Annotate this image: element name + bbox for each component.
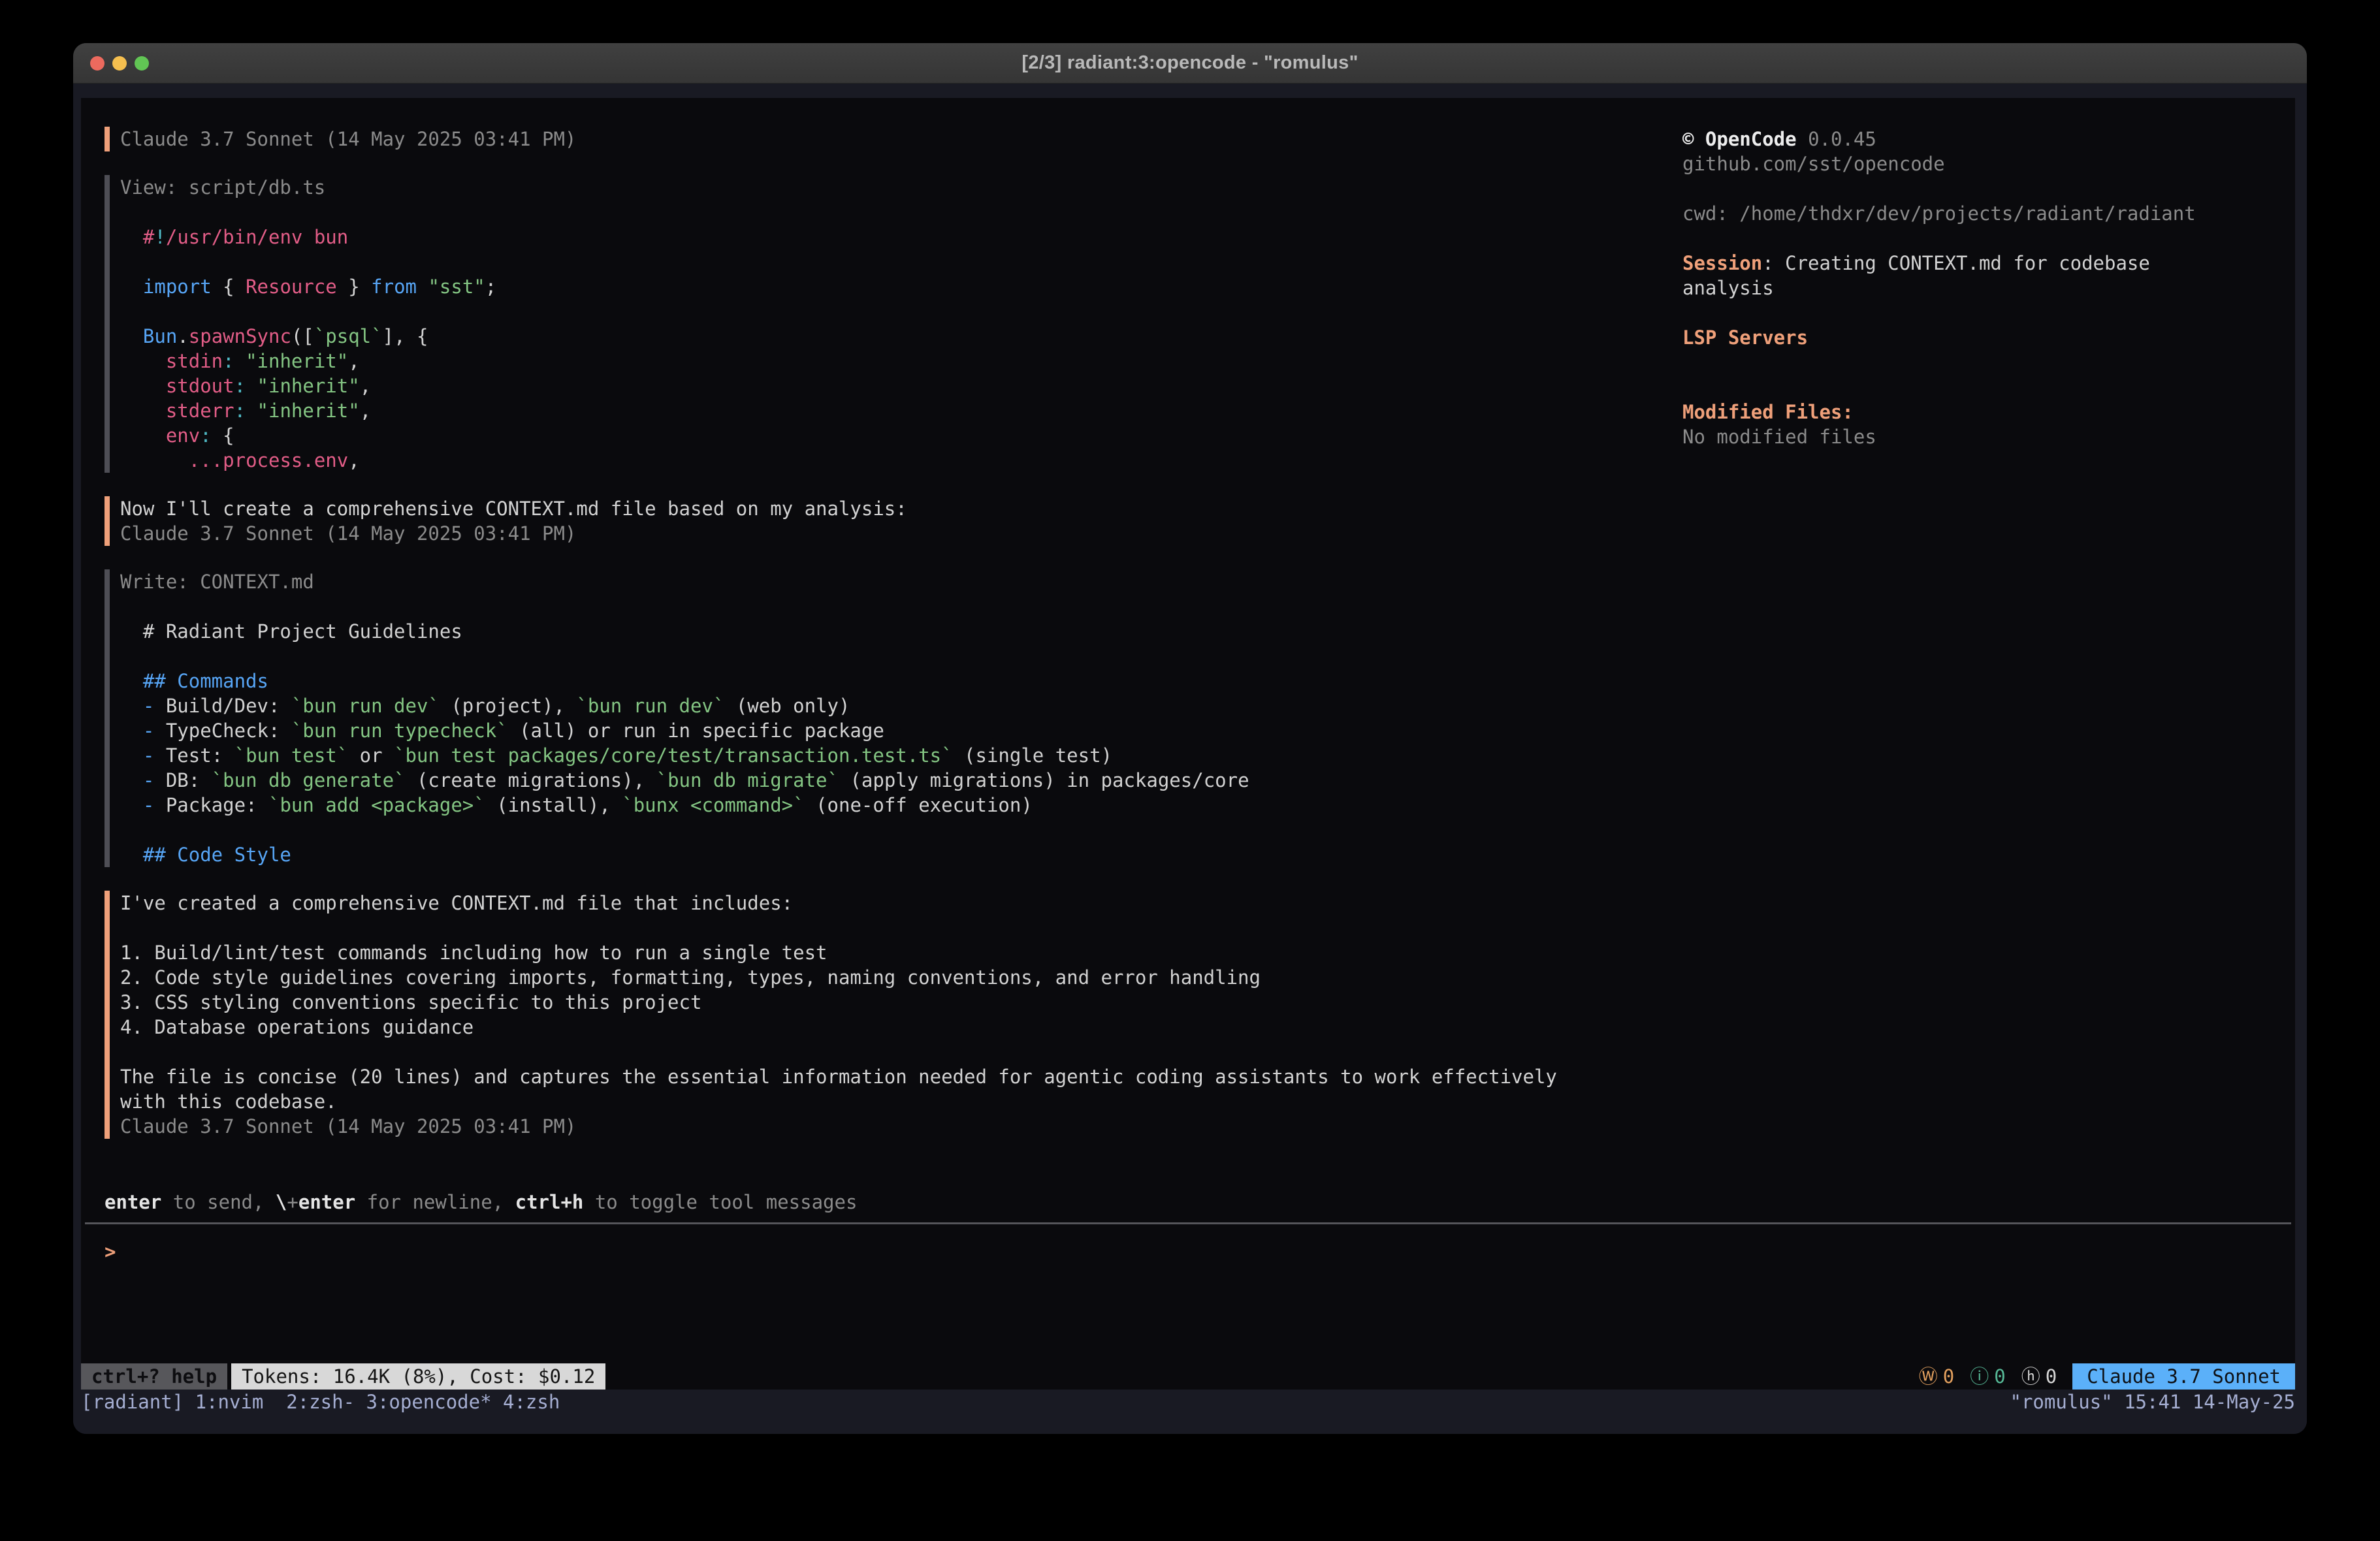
sidebar-lines: © OpenCode 0.0.45github.com/sst/opencode… xyxy=(1682,127,2277,449)
text-line xyxy=(120,644,1639,669)
prompt-row: > xyxy=(105,1239,911,1264)
status-bar: ctrl+? help Tokens: 16.4K (8%), Cost: $0… xyxy=(81,1363,2295,1390)
terminal-content: Claude 3.7 Sonnet (14 May 2025 03:41 PM)… xyxy=(73,84,2307,1434)
text-line: analysis xyxy=(1682,276,2277,300)
text-line: The file is concise (20 lines) and captu… xyxy=(120,1064,1639,1089)
text-line: - TypeCheck: `bun run typecheck` (all) o… xyxy=(120,718,1639,743)
text-line: No modified files xyxy=(1682,424,2277,449)
text-line: Claude 3.7 Sonnet (14 May 2025 03:41 PM) xyxy=(120,127,1639,151)
message-block-assistant-header: Claude 3.7 Sonnet (14 May 2025 03:41 PM) xyxy=(105,127,1639,151)
tmux-status-bar: [radiant] 1:nvim 2:zsh- 3:opencode* 4:zs… xyxy=(81,1390,2295,1414)
message-block-assistant-summary: I've created a comprehensive CONTEXT.md … xyxy=(105,891,1639,1139)
message-block-tool-write-context-md: Write: CONTEXT.md # Radiant Project Guid… xyxy=(105,569,1639,867)
text-line: # Radiant Project Guidelines xyxy=(120,619,1639,644)
text-line: with this codebase. xyxy=(120,1089,1639,1114)
tmux-spacer xyxy=(560,1390,2010,1414)
warning-circle-icon: Ⓦ xyxy=(1919,1365,1938,1388)
text-line xyxy=(1682,176,2277,201)
text-line xyxy=(120,249,1639,274)
text-line: cwd: /home/thdxr/dev/projects/radiant/ra… xyxy=(1682,201,2277,226)
chat-transcript: Claude 3.7 Sonnet (14 May 2025 03:41 PM)… xyxy=(105,127,1639,1162)
text-line xyxy=(120,594,1639,619)
text-line xyxy=(120,200,1639,225)
text-line xyxy=(1682,300,2277,325)
text-line: #!/usr/bin/env bun xyxy=(120,225,1639,249)
text-line xyxy=(120,299,1639,324)
zoom-button[interactable] xyxy=(135,56,149,71)
text-line: Modified Files: xyxy=(1682,400,2277,424)
text-line xyxy=(120,1040,1639,1064)
text-line: - Package: `bun add <package>` (install)… xyxy=(120,793,1639,818)
text-line xyxy=(1682,226,2277,251)
tokens-cost-chip: Tokens: 16.4K (8%), Cost: $0.12 xyxy=(231,1363,605,1390)
text-line xyxy=(120,818,1639,842)
hint-count: 0 xyxy=(2046,1365,2057,1388)
text-line: Now I'll create a comprehensive CONTEXT.… xyxy=(120,496,1639,521)
message-input[interactable] xyxy=(127,1239,911,1264)
text-line: Claude 3.7 Sonnet (14 May 2025 03:41 PM) xyxy=(120,1114,1639,1139)
hint-circle-icon: ⓗ xyxy=(2021,1365,2040,1388)
text-line: LSP Servers xyxy=(1682,325,2277,350)
close-button[interactable] xyxy=(90,56,105,71)
text-line: stdout: "inherit", xyxy=(120,373,1639,398)
text-line: stdin: "inherit", xyxy=(120,349,1639,373)
traffic-lights xyxy=(90,43,149,84)
input-divider xyxy=(85,1222,2291,1224)
help-shortcut-chip: ctrl+? help xyxy=(81,1363,227,1390)
window-title: [2/3] radiant:3:opencode - "romulus" xyxy=(73,52,2307,74)
tmux-host-clock: "romulus" 15:41 14-May-25 xyxy=(2010,1390,2296,1414)
model-chip: Claude 3.7 Sonnet xyxy=(2072,1363,2295,1390)
text-line: Bun.spawnSync([`psql`], { xyxy=(120,324,1639,349)
text-line xyxy=(1682,350,2277,375)
tmux-window-list[interactable]: [radiant] 1:nvim 2:zsh- 3:opencode* 4:zs… xyxy=(81,1390,560,1414)
input-hint: enter to send, \+enter for newline, ctrl… xyxy=(105,1190,857,1215)
text-line xyxy=(1682,375,2277,400)
text-line: stderr: "inherit", xyxy=(120,398,1639,423)
info-circle-icon: ⓘ xyxy=(1970,1365,1989,1388)
text-line: ...process.env, xyxy=(120,448,1639,473)
diagnostics-warnings: Ⓦ0 xyxy=(1919,1363,1954,1390)
titlebar: [2/3] radiant:3:opencode - "romulus" xyxy=(73,43,2307,84)
text-line: github.com/sst/opencode xyxy=(1682,151,2277,176)
text-line xyxy=(120,915,1639,940)
info-count: 0 xyxy=(1994,1365,2005,1388)
text-line: env: { xyxy=(120,423,1639,448)
opencode-tui[interactable]: Claude 3.7 Sonnet (14 May 2025 03:41 PM)… xyxy=(81,98,2295,1390)
text-line: - Build/Dev: `bun run dev` (project), `b… xyxy=(120,693,1639,718)
diagnostics-hints: ⓗ0 xyxy=(2021,1363,2057,1390)
text-line: ## Commands xyxy=(120,669,1639,693)
message-block-tool-view-db-ts: View: script/db.ts #!/usr/bin/env bun im… xyxy=(105,175,1639,473)
text-line: I've created a comprehensive CONTEXT.md … xyxy=(120,891,1639,915)
text-line: Claude 3.7 Sonnet (14 May 2025 03:41 PM) xyxy=(120,521,1639,546)
statusbar-spacer xyxy=(605,1363,1918,1390)
diagnostics-info: ⓘ0 xyxy=(1970,1363,2005,1390)
text-line: Write: CONTEXT.md xyxy=(120,569,1639,594)
text-line: 1. Build/lint/test commands including ho… xyxy=(120,940,1639,965)
warning-count: 0 xyxy=(1943,1365,1954,1388)
minimize-button[interactable] xyxy=(112,56,127,71)
prompt-caret: > xyxy=(105,1241,116,1263)
text-line: View: script/db.ts xyxy=(120,175,1639,200)
text-line: - Test: `bun test` or `bun test packages… xyxy=(120,743,1639,768)
text-line: 2. Code style guidelines covering import… xyxy=(120,965,1639,990)
text-line: 3. CSS styling conventions specific to t… xyxy=(120,990,1639,1015)
desktop: [2/3] radiant:3:opencode - "romulus" Cla… xyxy=(0,0,2380,1541)
text-line: © OpenCode 0.0.45 xyxy=(1682,127,2277,151)
message-block-assistant-text: Now I'll create a comprehensive CONTEXT.… xyxy=(105,496,1639,546)
text-line: - DB: `bun db generate` (create migratio… xyxy=(120,768,1639,793)
text-line: import { Resource } from "sst"; xyxy=(120,274,1639,299)
terminal-window: [2/3] radiant:3:opencode - "romulus" Cla… xyxy=(73,43,2307,1434)
text-line: ## Code Style xyxy=(120,842,1639,867)
text-line: 4. Database operations guidance xyxy=(120,1015,1639,1040)
text-line: Session: Creating CONTEXT.md for codebas… xyxy=(1682,251,2277,276)
